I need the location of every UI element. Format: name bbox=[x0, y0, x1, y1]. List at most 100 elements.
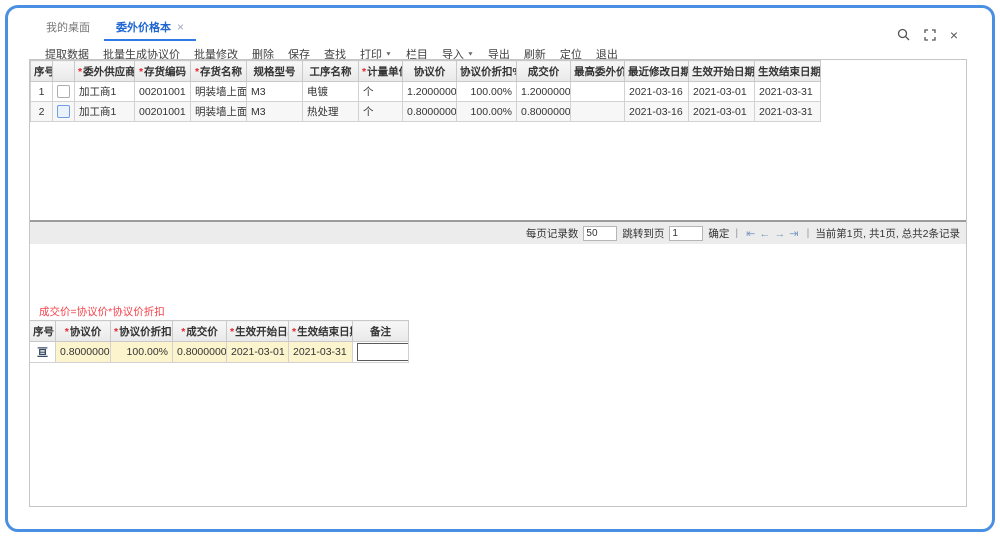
column-header[interactable]: 最高委外价 bbox=[571, 61, 625, 82]
cell[interactable]: 0.80000000 bbox=[173, 342, 227, 363]
column-header[interactable]: *协议价折扣% bbox=[111, 321, 173, 342]
detail-grid-table: 序号*协议价*协议价折扣%*成交价*生效开始日期*生效结束日期备注亘0.8000… bbox=[30, 320, 409, 363]
column-header[interactable]: 序号 bbox=[30, 321, 56, 342]
cell[interactable]: 个 bbox=[359, 102, 403, 122]
cell[interactable]: 加工商1 bbox=[75, 82, 135, 102]
formula-note: 成交价=协议价*协议价折扣 bbox=[39, 304, 165, 319]
column-header[interactable]: 备注 bbox=[353, 321, 409, 342]
column-header-label: 协议价 bbox=[70, 326, 102, 338]
cell[interactable]: 2021-03-31 bbox=[289, 342, 353, 363]
checkbox-cell[interactable] bbox=[53, 82, 75, 102]
cell[interactable]: 0.80000000 bbox=[56, 342, 111, 363]
page-size-label: 每页记录数 bbox=[526, 226, 579, 241]
column-header[interactable]: 规格型号 bbox=[247, 61, 303, 82]
column-header[interactable]: *存货编码 bbox=[135, 61, 191, 82]
required-marker: * bbox=[181, 326, 185, 338]
row-index[interactable]: 2 bbox=[31, 102, 53, 122]
column-header[interactable]: 成交价 bbox=[517, 61, 571, 82]
main-grid: 序号*委外供应商*存货编码*存货名称规格型号工序名称*计量单位协议价协议价折扣%… bbox=[30, 60, 966, 220]
column-header-label: 生效开始日期 bbox=[692, 66, 755, 78]
remark-input[interactable] bbox=[357, 343, 409, 361]
fullscreen-icon[interactable] bbox=[924, 29, 936, 41]
column-header[interactable]: 协议价折扣% bbox=[457, 61, 517, 82]
cell[interactable]: 2021-03-01 bbox=[689, 102, 755, 122]
cell[interactable]: 2021-03-16 bbox=[625, 102, 689, 122]
cell[interactable]: 个 bbox=[359, 82, 403, 102]
cell[interactable]: 热处理 bbox=[303, 102, 359, 122]
column-header[interactable]: *成交价 bbox=[173, 321, 227, 342]
column-header[interactable]: *协议价 bbox=[56, 321, 111, 342]
column-header[interactable]: *委外供应商 bbox=[75, 61, 135, 82]
column-header[interactable]: *存货名称 bbox=[191, 61, 247, 82]
cell[interactable]: 电镀 bbox=[303, 82, 359, 102]
cell[interactable]: 加工商1 bbox=[75, 102, 135, 122]
row-checkbox[interactable] bbox=[57, 105, 70, 118]
column-header[interactable]: *生效开始日期 bbox=[227, 321, 289, 342]
cell[interactable]: 0.80000000 bbox=[403, 102, 457, 122]
column-header-label: 生效开始日期 bbox=[235, 326, 288, 338]
close-icon[interactable]: × bbox=[950, 29, 958, 41]
search-icon[interactable] bbox=[897, 28, 910, 41]
cell[interactable]: 2021-03-01 bbox=[227, 342, 289, 363]
tab-close-icon[interactable]: × bbox=[177, 22, 184, 32]
detail-row: 亘0.80000000100.00%0.800000002021-03-0120… bbox=[30, 342, 409, 363]
tab-bar: 我的桌面委外价格本× bbox=[34, 21, 872, 41]
cell[interactable]: M3 bbox=[247, 102, 303, 122]
tab-my-desktop[interactable]: 我的桌面 bbox=[34, 16, 102, 41]
cell[interactable]: 00201001 bbox=[135, 82, 191, 102]
app-window: 我的桌面委外价格本× × 提取数据批量生成协议价批量修改删除保存查找打印▼栏目导… bbox=[5, 5, 995, 532]
prev-page-icon[interactable]: ← bbox=[759, 228, 770, 240]
page-size-input[interactable] bbox=[583, 226, 617, 241]
pagination-nav: ⇤ ← → ⇥ bbox=[744, 227, 800, 240]
required-marker: * bbox=[230, 326, 234, 338]
next-page-icon[interactable]: → bbox=[774, 228, 785, 240]
column-header-label: 生效结束日期 bbox=[758, 66, 821, 78]
row-checkbox[interactable] bbox=[57, 85, 70, 98]
cell[interactable] bbox=[571, 82, 625, 102]
cell[interactable]: 100.00% bbox=[457, 102, 517, 122]
cell[interactable]: 2021-03-31 bbox=[755, 82, 821, 102]
column-header-label: 存货名称 bbox=[200, 66, 242, 78]
column-header-label: 工序名称 bbox=[310, 66, 352, 78]
column-header-label: 最高委外价 bbox=[574, 66, 625, 78]
column-header[interactable]: 生效开始日期 bbox=[689, 61, 755, 82]
column-header[interactable]: *生效结束日期 bbox=[289, 321, 353, 342]
remark-cell[interactable] bbox=[353, 342, 409, 363]
cell[interactable]: 明装墙上面... bbox=[191, 82, 247, 102]
column-header-label: 委外供应商 bbox=[83, 66, 134, 78]
column-header-label: 成交价 bbox=[186, 326, 218, 338]
last-page-icon[interactable]: ⇥ bbox=[789, 228, 798, 240]
cell[interactable]: 1.20000000 bbox=[403, 82, 457, 102]
first-page-icon[interactable]: ⇤ bbox=[746, 228, 755, 240]
cell[interactable] bbox=[571, 102, 625, 122]
checkbox-cell[interactable] bbox=[53, 102, 75, 122]
column-header-label: 序号 bbox=[34, 66, 53, 78]
column-header[interactable]: 序号 bbox=[31, 61, 53, 82]
cell[interactable]: 2021-03-01 bbox=[689, 82, 755, 102]
column-header[interactable] bbox=[53, 61, 75, 82]
cell[interactable]: 100.00% bbox=[111, 342, 173, 363]
cell[interactable]: 明装墙上面... bbox=[191, 102, 247, 122]
cell[interactable]: 00201001 bbox=[135, 102, 191, 122]
tab-outsourcing-price-book[interactable]: 委外价格本 × bbox=[104, 16, 196, 41]
column-header[interactable]: 最近修改日期 bbox=[625, 61, 689, 82]
cell[interactable]: 2021-03-16 bbox=[625, 82, 689, 102]
column-header[interactable]: 工序名称 bbox=[303, 61, 359, 82]
cell[interactable]: 100.00% bbox=[457, 82, 517, 102]
required-marker: * bbox=[362, 66, 366, 78]
cell[interactable]: 1.20000000 bbox=[517, 82, 571, 102]
column-header-label: 协议价 bbox=[414, 66, 446, 78]
cell[interactable]: 0.80000000 bbox=[517, 102, 571, 122]
column-header-label: 协议价折扣% bbox=[460, 66, 517, 78]
row-index[interactable]: 1 bbox=[31, 82, 53, 102]
confirm-button[interactable]: 确定 bbox=[708, 226, 729, 241]
column-header[interactable]: 协议价 bbox=[403, 61, 457, 82]
row-edit-cell[interactable]: 亘 bbox=[30, 342, 56, 363]
column-header-label: 生效结束日期 bbox=[297, 326, 352, 338]
column-header[interactable]: 生效结束日期 bbox=[755, 61, 821, 82]
cell[interactable]: 2021-03-31 bbox=[755, 102, 821, 122]
goto-page-input[interactable] bbox=[669, 226, 703, 241]
column-header[interactable]: *计量单位 bbox=[359, 61, 403, 82]
cell[interactable]: M3 bbox=[247, 82, 303, 102]
tab-label: 委外价格本 bbox=[116, 19, 171, 35]
